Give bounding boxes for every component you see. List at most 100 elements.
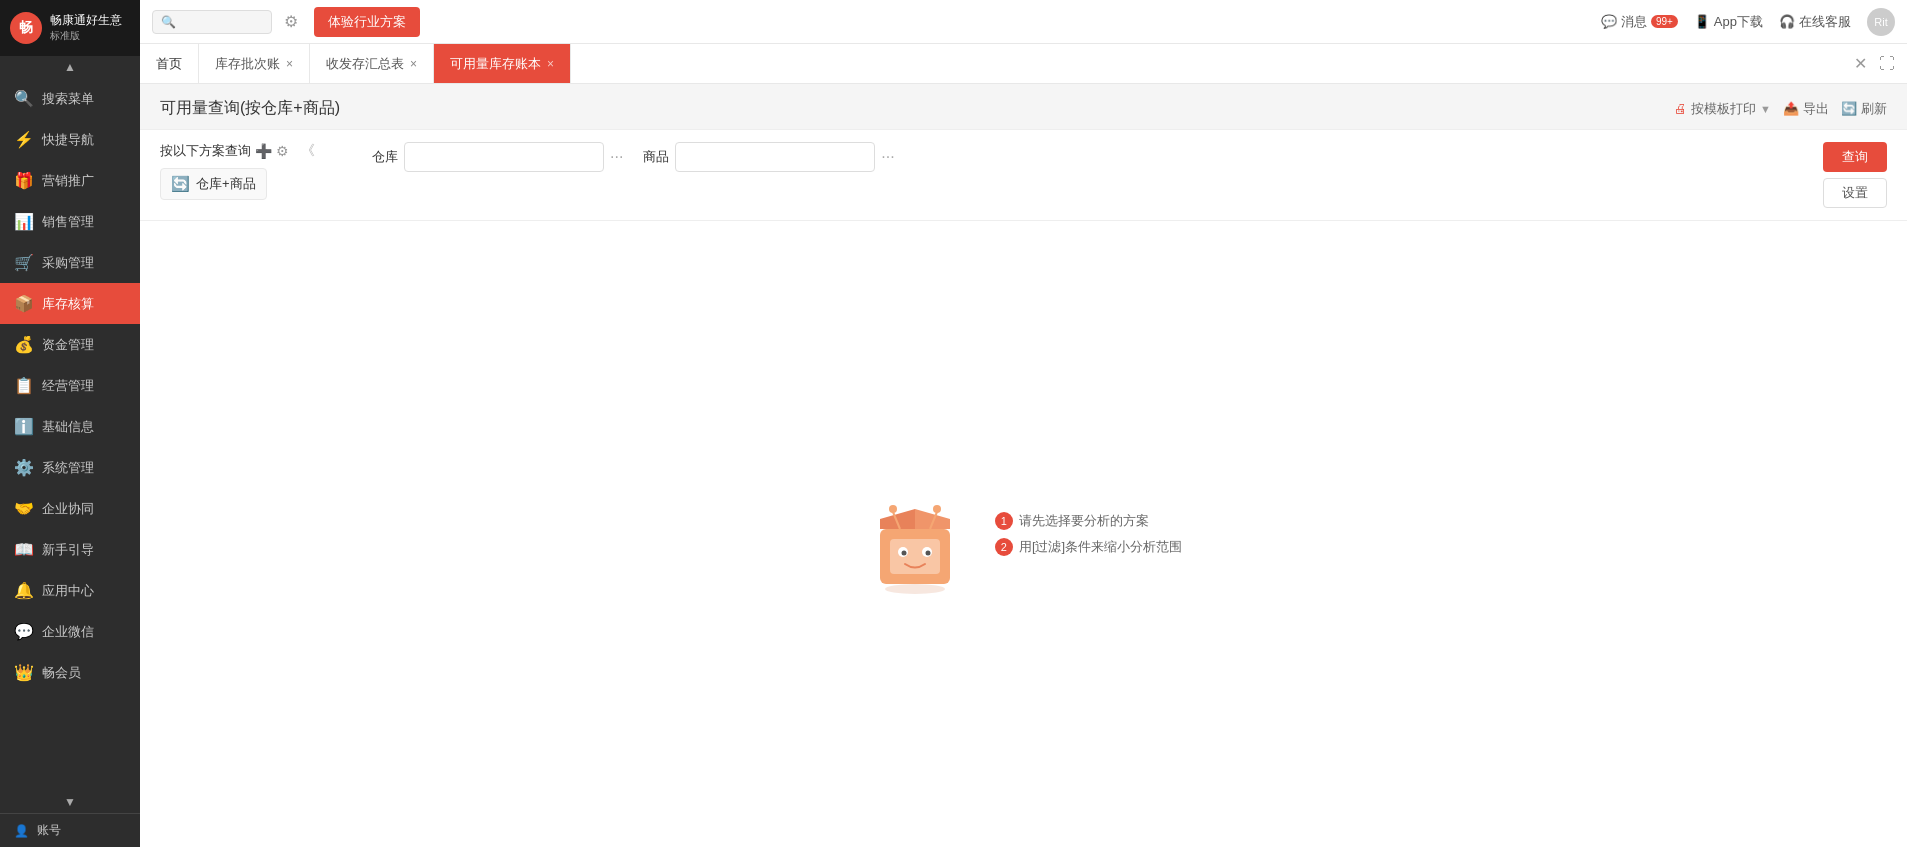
svg-point-10 xyxy=(889,505,897,513)
page-actions: 🖨 按模板打印 ▼ 📤 导出 🔄 刷新 xyxy=(1674,100,1887,118)
user-avatar-small: 👤 xyxy=(14,824,29,838)
search-box-icon: 🔍 xyxy=(161,15,176,29)
chevron-down-icon[interactable]: ▼ xyxy=(1760,103,1771,115)
tab-summary[interactable]: 收发存汇总表 × xyxy=(310,44,434,84)
sidebar-item-search[interactable]: 🔍 搜索菜单 xyxy=(0,78,140,119)
message-icon: 💬 xyxy=(1601,14,1617,29)
sales-icon: 📊 xyxy=(14,212,34,231)
sidebar-scroll-down[interactable]: ▼ xyxy=(0,791,140,813)
main-area: 🔍 ⚙ 体验行业方案 💬 消息 99+ 📱 App下载 🎧 在线客服 Rit xyxy=(140,0,1907,847)
tabbar: 首页 库存批次账 × 收发存汇总表 × 可用量库存账本 × ✕ ⛶ xyxy=(140,44,1907,84)
trial-button[interactable]: 体验行业方案 xyxy=(314,7,420,37)
query-button[interactable]: 查询 xyxy=(1823,142,1887,172)
empty-state: 1 请先选择要分析的方案 2 用[过滤]条件来缩小分析范围 xyxy=(140,221,1907,847)
settings-icon[interactable]: ⚙ xyxy=(284,12,298,31)
topbar-right: 💬 消息 99+ 📱 App下载 🎧 在线客服 Rit xyxy=(1601,8,1895,36)
purchase-icon: 🛒 xyxy=(14,253,34,272)
sidebar-item-member[interactable]: 👑 畅会员 xyxy=(0,652,140,693)
refresh-icon: 🔄 xyxy=(1841,101,1857,116)
sidebar-logo: 畅 xyxy=(10,12,42,44)
svg-point-0 xyxy=(885,584,945,594)
warehouse-label: 仓库 xyxy=(372,148,398,166)
headset-icon: 🎧 xyxy=(1779,14,1795,29)
message-button[interactable]: 💬 消息 99+ xyxy=(1601,13,1678,31)
goods-input[interactable] xyxy=(675,142,875,172)
sidebar-item-finance[interactable]: 💰 资金管理 xyxy=(0,324,140,365)
sidebar-username: 账号 xyxy=(37,822,61,839)
warehouse-field-group: 仓库 ··· xyxy=(372,142,623,172)
goods-field-group: 商品 ··· xyxy=(643,142,894,172)
page-header: 可用量查询(按仓库+商品) 🖨 按模板打印 ▼ 📤 导出 🔄 刷新 xyxy=(140,84,1907,129)
sidebar-item-system[interactable]: ⚙️ 系统管理 xyxy=(0,447,140,488)
setting-button[interactable]: 设置 xyxy=(1823,178,1887,208)
goods-more-icon[interactable]: ··· xyxy=(881,148,894,166)
message-badge: 99+ xyxy=(1651,15,1678,28)
sidebar-item-sales[interactable]: 📊 销售管理 xyxy=(0,201,140,242)
add-scheme-icon[interactable]: ➕ xyxy=(255,143,272,159)
query-area: 按以下方案查询 ➕ ⚙ 《 🔄 仓库+商品 仓库 ··· xyxy=(140,129,1907,221)
tab-home[interactable]: 首页 xyxy=(140,44,199,84)
sidebar-scroll-up[interactable]: ▲ xyxy=(0,56,140,78)
sidebar-item-inventory[interactable]: 📦 库存核算 xyxy=(0,283,140,324)
topbar: 🔍 ⚙ 体验行业方案 💬 消息 99+ 📱 App下载 🎧 在线客服 Rit xyxy=(140,0,1907,44)
app-icon: 📱 xyxy=(1694,14,1710,29)
sidebar-item-shortcut[interactable]: ⚡ 快捷导航 xyxy=(0,119,140,160)
sidebar-footer[interactable]: 👤 账号 xyxy=(0,813,140,847)
svg-marker-3 xyxy=(915,509,950,529)
inventory-icon: 📦 xyxy=(14,294,34,313)
sidebar: 畅 畅康通好生意 标准版 ▲ 🔍 搜索菜单 ⚡ 快捷导航 🎁 营销推广 📊 销售… xyxy=(0,0,140,847)
warehouse-more-icon[interactable]: ··· xyxy=(610,148,623,166)
sidebar-header: 畅 畅康通好生意 标准版 xyxy=(0,0,140,56)
query-btn-group: 查询 设置 xyxy=(1823,142,1887,208)
tab-available-close[interactable]: × xyxy=(547,57,554,71)
tab-batch[interactable]: 库存批次账 × xyxy=(199,44,310,84)
enterprise-icon: 🤝 xyxy=(14,499,34,518)
tab-summary-close[interactable]: × xyxy=(410,57,417,71)
app-download-button[interactable]: 📱 App下载 xyxy=(1694,13,1763,31)
sidebar-subtitle: 标准版 xyxy=(50,29,122,43)
scheme-item[interactable]: 🔄 仓库+商品 xyxy=(160,168,267,200)
operation-icon: 📋 xyxy=(14,376,34,395)
sidebar-item-enterprise[interactable]: 🤝 企业协同 xyxy=(0,488,140,529)
scheme-label: 按以下方案查询 ➕ ⚙ 《 xyxy=(160,142,315,160)
sidebar-nav: 🔍 搜索菜单 ⚡ 快捷导航 🎁 营销推广 📊 销售管理 🛒 采购管理 📦 库存核… xyxy=(0,78,140,791)
avatar[interactable]: Rit xyxy=(1867,8,1895,36)
svg-point-12 xyxy=(933,505,941,513)
goods-label: 商品 xyxy=(643,148,669,166)
template-print-button[interactable]: 🖨 按模板打印 ▼ xyxy=(1674,100,1771,118)
sidebar-item-basic[interactable]: ℹ️ 基础信息 xyxy=(0,406,140,447)
sidebar-title: 畅康通好生意 xyxy=(50,13,122,29)
print-icon: 🖨 xyxy=(1674,101,1687,116)
search-box[interactable]: 🔍 xyxy=(152,10,272,34)
finance-icon: 💰 xyxy=(14,335,34,354)
content: 可用量查询(按仓库+商品) 🖨 按模板打印 ▼ 📤 导出 🔄 刷新 xyxy=(140,84,1907,847)
tab-close-all-icon[interactable]: ✕ xyxy=(1850,50,1871,77)
system-icon: ⚙️ xyxy=(14,458,34,477)
marketing-icon: 🎁 xyxy=(14,171,34,190)
edit-scheme-icon[interactable]: ⚙ xyxy=(276,143,289,159)
scheme-item-icon: 🔄 xyxy=(171,175,190,193)
collapse-icon[interactable]: 《 xyxy=(301,142,315,160)
sidebar-item-operation[interactable]: 📋 经营管理 xyxy=(0,365,140,406)
search-icon: 🔍 xyxy=(14,89,34,108)
svg-rect-4 xyxy=(890,539,940,574)
hint-num-2: 2 xyxy=(995,538,1013,556)
basic-icon: ℹ️ xyxy=(14,417,34,436)
page-title: 可用量查询(按仓库+商品) xyxy=(160,98,340,119)
tab-fullscreen-icon[interactable]: ⛶ xyxy=(1875,51,1899,77)
svg-point-7 xyxy=(901,551,906,556)
service-button[interactable]: 🎧 在线客服 xyxy=(1779,13,1851,31)
tab-available[interactable]: 可用量库存账本 × xyxy=(434,44,571,84)
sidebar-item-marketing[interactable]: 🎁 营销推广 xyxy=(0,160,140,201)
export-button[interactable]: 📤 导出 xyxy=(1783,100,1829,118)
sidebar-item-purchase[interactable]: 🛒 采购管理 xyxy=(0,242,140,283)
sidebar-item-newbie[interactable]: 📖 新手引导 xyxy=(0,529,140,570)
sidebar-item-wechat[interactable]: 💬 企业微信 xyxy=(0,611,140,652)
appstore-icon: 🔔 xyxy=(14,581,34,600)
warehouse-input[interactable] xyxy=(404,142,604,172)
sidebar-item-appstore[interactable]: 🔔 应用中心 xyxy=(0,570,140,611)
tab-batch-close[interactable]: × xyxy=(286,57,293,71)
hint-1: 1 请先选择要分析的方案 xyxy=(995,512,1182,530)
refresh-button[interactable]: 🔄 刷新 xyxy=(1841,100,1887,118)
tabbar-right: ✕ ⛶ xyxy=(1850,50,1907,77)
